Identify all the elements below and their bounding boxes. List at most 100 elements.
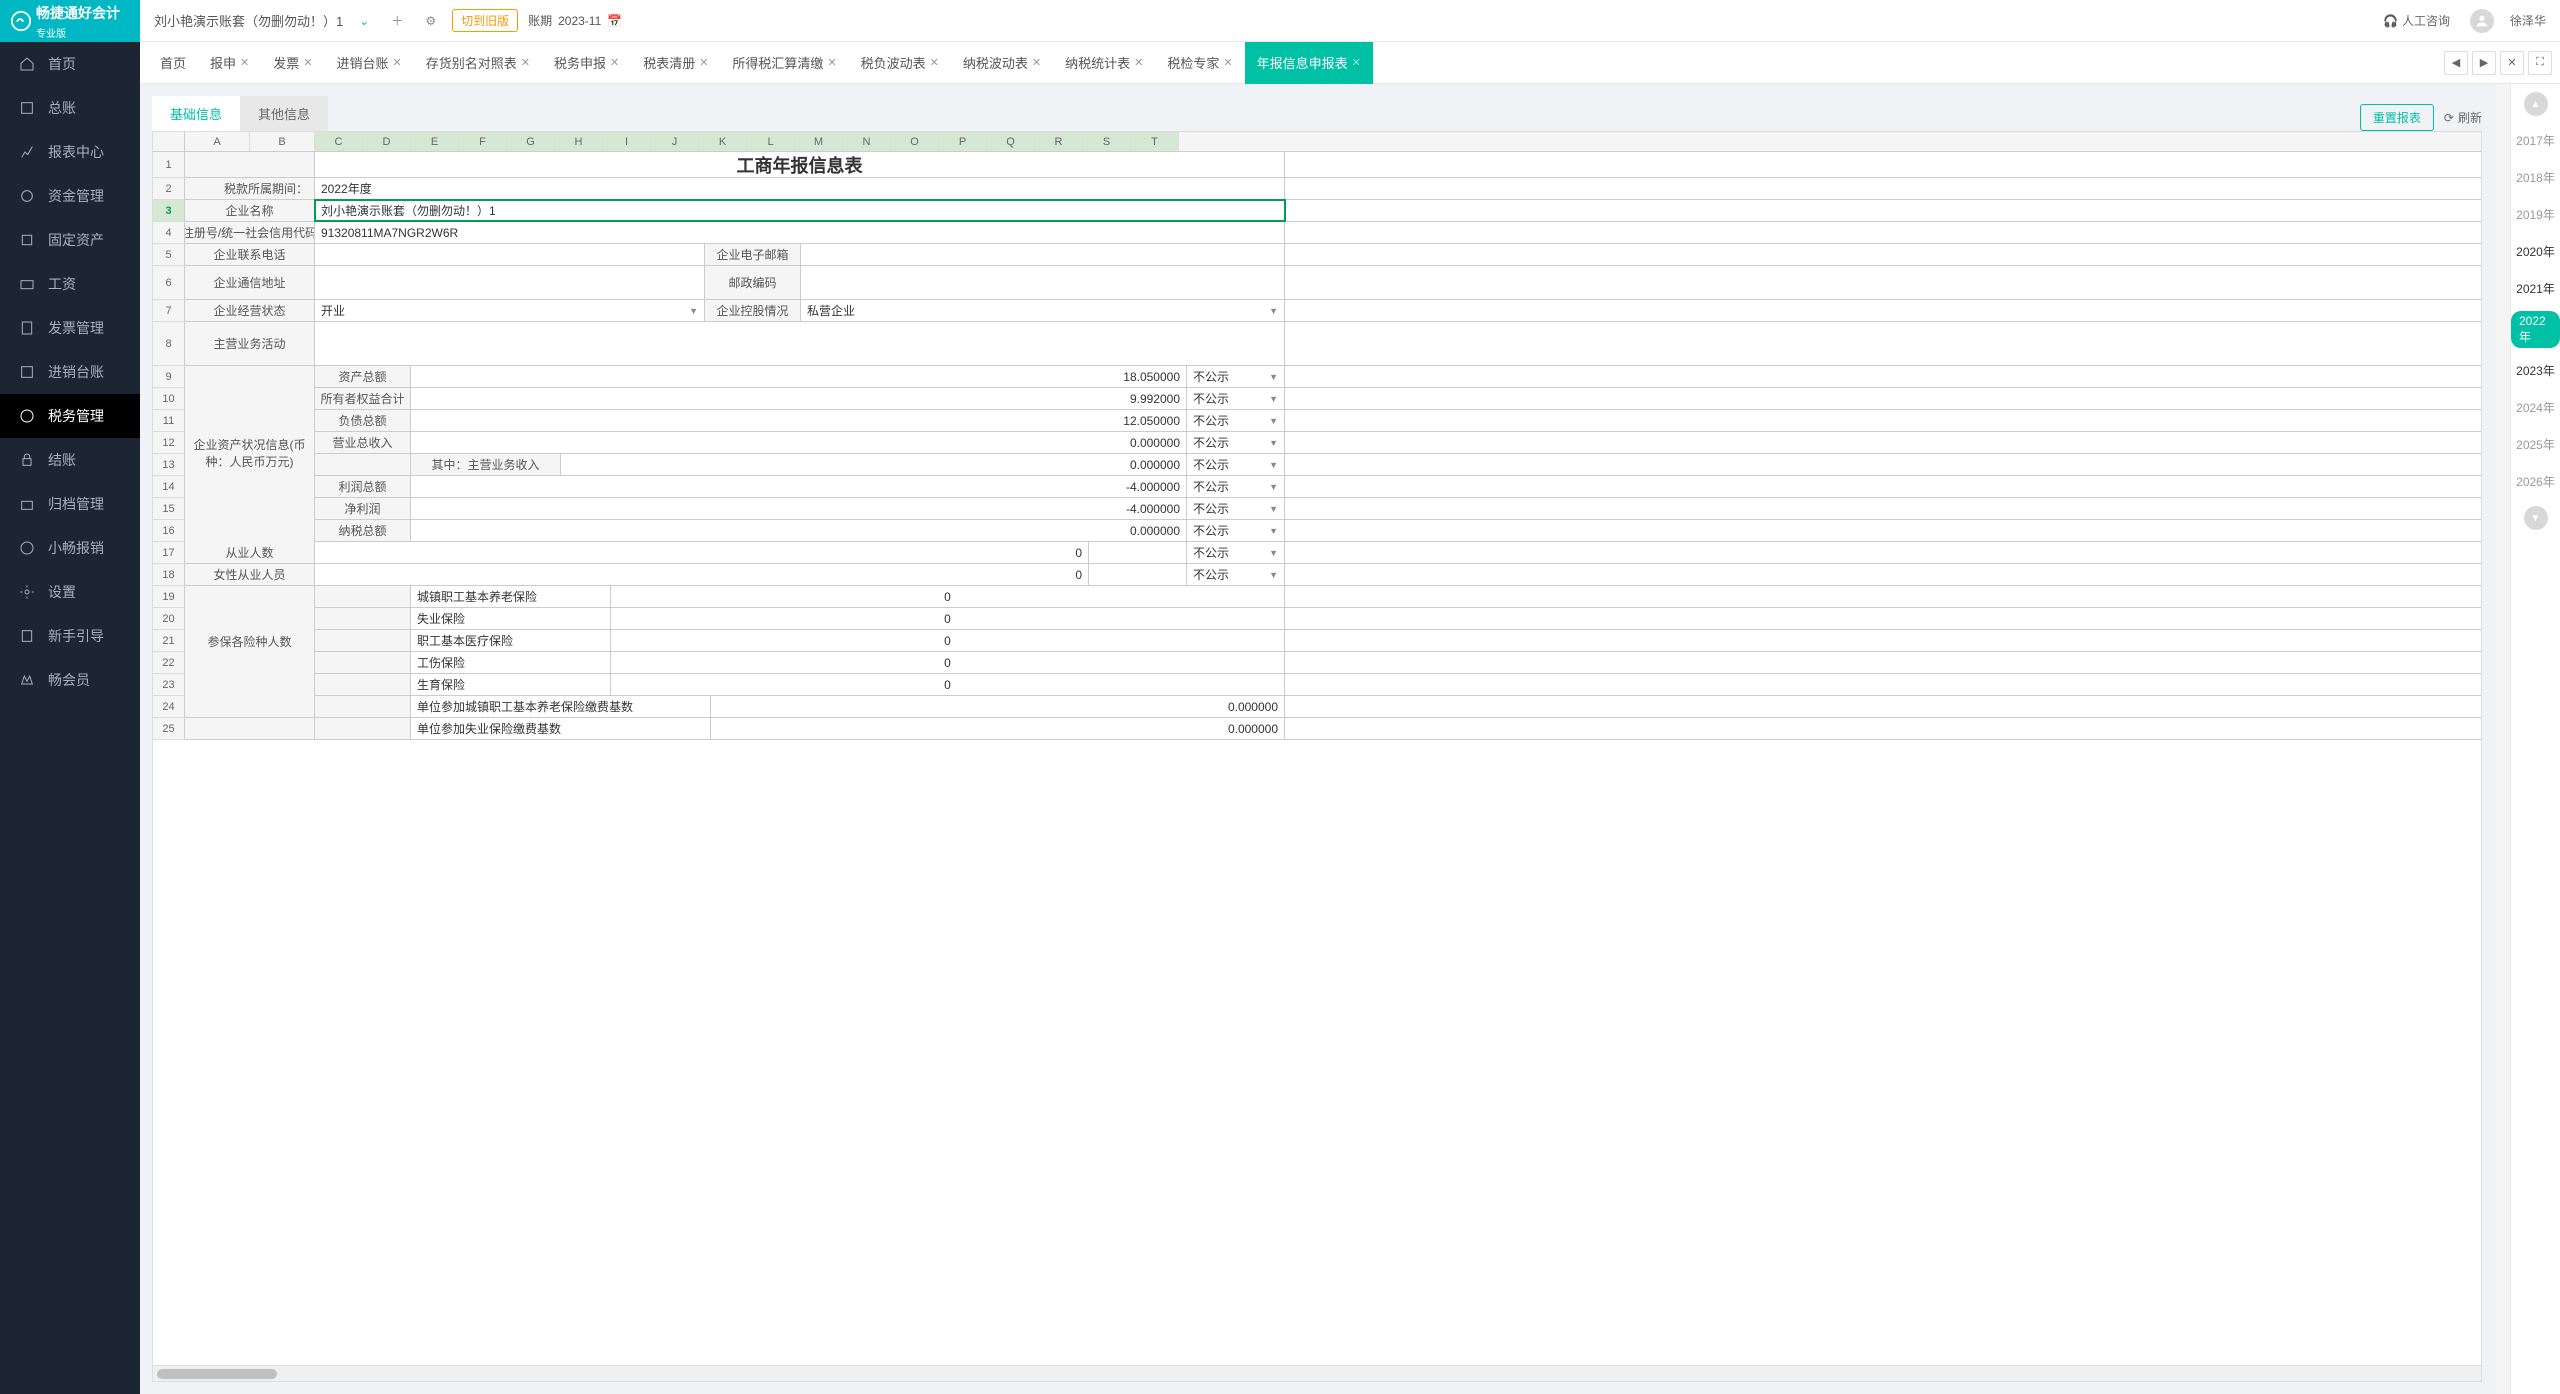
publish-select[interactable]: 不公示▼ [1187, 476, 1285, 497]
sub-metric-value[interactable]: 0.000000 [561, 454, 1187, 475]
support-button[interactable]: 🎧 人工咨询 [2383, 12, 2450, 29]
insurance-value[interactable]: 0 [611, 586, 1285, 607]
tab-item[interactable]: 纳税波动表✕ [951, 42, 1053, 84]
metric-value[interactable]: -4.000000 [411, 498, 1187, 519]
base-value[interactable]: 0.000000 [711, 696, 1285, 717]
metric-value[interactable]: 0.000000 [411, 520, 1187, 541]
publish-select[interactable]: 不公示▼ [1187, 520, 1285, 541]
tab-prev-button[interactable]: ◀ [2444, 51, 2468, 75]
nav-salary[interactable]: 工资 [0, 262, 140, 306]
tab-item[interactable]: 所得税汇算清缴✕ [720, 42, 848, 84]
nav-guide[interactable]: 新手引导 [0, 614, 140, 658]
column-header[interactable]: I [603, 132, 651, 151]
row-header[interactable]: 6 [153, 266, 185, 300]
row-header[interactable]: 13 [153, 454, 185, 476]
close-icon[interactable]: ✕ [1223, 56, 1232, 69]
publish-select[interactable]: 不公示▼ [1187, 366, 1285, 387]
row-header[interactable]: 20 [153, 608, 185, 630]
close-icon[interactable]: ✕ [827, 56, 836, 69]
year-item[interactable]: 2022年 [2511, 311, 2560, 348]
publish-select[interactable]: 不公示▼ [1187, 454, 1285, 475]
column-header[interactable]: N [843, 132, 891, 151]
nav-settings[interactable]: 设置 [0, 570, 140, 614]
tab-item[interactable]: 税表清册✕ [631, 42, 720, 84]
user-avatar[interactable] [2470, 9, 2494, 33]
row-header[interactable]: 24 [153, 696, 185, 718]
scrollbar-thumb[interactable] [157, 1369, 277, 1379]
column-header[interactable]: P [939, 132, 987, 151]
column-header[interactable]: G [507, 132, 555, 151]
publish-select[interactable]: 不公示▼ [1187, 432, 1285, 453]
column-header[interactable]: T [1131, 132, 1179, 151]
year-item[interactable]: 2023年 [2512, 356, 2559, 385]
column-header[interactable]: J [651, 132, 699, 151]
metric-value[interactable]: -4.000000 [411, 476, 1187, 497]
postal-input[interactable] [801, 266, 1285, 299]
tab-item[interactable]: 税负波动表✕ [849, 42, 951, 84]
row-header[interactable]: 12 [153, 432, 185, 454]
insurance-value[interactable]: 0 [611, 652, 1285, 673]
nav-stock[interactable]: 进销台账 [0, 350, 140, 394]
year-up-button[interactable]: ▲ [2524, 92, 2548, 116]
row-header[interactable]: 5 [153, 244, 185, 266]
column-header[interactable]: C [315, 132, 363, 151]
row-header[interactable]: 8 [153, 322, 185, 366]
tab-item[interactable]: 税务申报✕ [542, 42, 631, 84]
tab-next-button[interactable]: ▶ [2472, 51, 2496, 75]
publish-select[interactable]: 不公示▼ [1187, 498, 1285, 519]
metric-value[interactable]: 0.000000 [411, 432, 1187, 453]
nav-funds[interactable]: 资金管理 [0, 174, 140, 218]
close-icon[interactable]: ✕ [521, 56, 530, 69]
column-header[interactable]: F [459, 132, 507, 151]
column-header[interactable]: M [795, 132, 843, 151]
close-icon[interactable]: ✕ [1032, 56, 1041, 69]
row-header[interactable]: 18 [153, 564, 185, 586]
publish-select[interactable]: 不公示▼ [1187, 410, 1285, 431]
year-item[interactable]: 2021年 [2512, 274, 2559, 303]
nav-invoice[interactable]: 发票管理 [0, 306, 140, 350]
horizontal-scrollbar[interactable] [153, 1365, 2481, 1381]
user-name[interactable]: 徐泽华 [2510, 12, 2546, 29]
nav-asset[interactable]: 固定资产 [0, 218, 140, 262]
row-header[interactable]: 11 [153, 410, 185, 432]
reg-input[interactable]: 91320811MA7NGR2W6R [315, 222, 1285, 243]
row-header[interactable]: 21 [153, 630, 185, 652]
row-header[interactable]: 23 [153, 674, 185, 696]
refresh-button[interactable]: ⟳刷新 [2444, 109, 2482, 126]
close-icon[interactable]: ✕ [930, 56, 939, 69]
tab-item[interactable]: 纳税统计表✕ [1053, 42, 1155, 84]
activity-input[interactable] [315, 322, 1285, 365]
year-item[interactable]: 2026年 [2512, 467, 2559, 496]
email-input[interactable] [801, 244, 1285, 265]
year-item[interactable]: 2018年 [2512, 163, 2559, 192]
metric-value[interactable]: 18.050000 [411, 366, 1187, 387]
holding-select[interactable]: 私营企业▼ [801, 300, 1285, 321]
nav-tax[interactable]: 税务管理 [0, 394, 140, 438]
tab-item[interactable]: 税检专家✕ [1155, 42, 1244, 84]
insurance-value[interactable]: 0 [611, 630, 1285, 651]
column-header[interactable]: A [185, 132, 250, 151]
tab-item[interactable]: 报申✕ [198, 42, 261, 84]
metric-value[interactable]: 12.050000 [411, 410, 1187, 431]
female-value[interactable]: 0 [315, 564, 1089, 585]
account-selector[interactable]: 刘小艳演示账套（勿删勿动！）1 [154, 11, 343, 30]
row-header[interactable]: 25 [153, 718, 185, 740]
publish-select[interactable]: 不公示▼ [1187, 388, 1285, 409]
column-header[interactable]: S [1083, 132, 1131, 151]
insurance-value[interactable]: 0 [611, 608, 1285, 629]
close-icon[interactable]: ✕ [610, 56, 619, 69]
addr-input[interactable] [315, 266, 705, 299]
row-header[interactable]: 9 [153, 366, 185, 388]
nav-home[interactable]: 首页 [0, 42, 140, 86]
close-icon[interactable]: ✕ [393, 56, 402, 69]
nav-archive[interactable]: 归档管理 [0, 482, 140, 526]
switch-old-button[interactable]: 切到旧版 [452, 9, 518, 32]
year-down-button[interactable]: ▼ [2524, 506, 2548, 530]
close-icon[interactable]: ✕ [240, 56, 249, 69]
sheet-body[interactable]: 1234567891011121314151617181920212223242… [153, 152, 2481, 1365]
column-header[interactable]: Q [987, 132, 1035, 151]
row-header[interactable]: 10 [153, 388, 185, 410]
column-header[interactable]: O [891, 132, 939, 151]
close-icon[interactable]: ✕ [303, 56, 312, 69]
row-header[interactable]: 1 [153, 152, 185, 178]
